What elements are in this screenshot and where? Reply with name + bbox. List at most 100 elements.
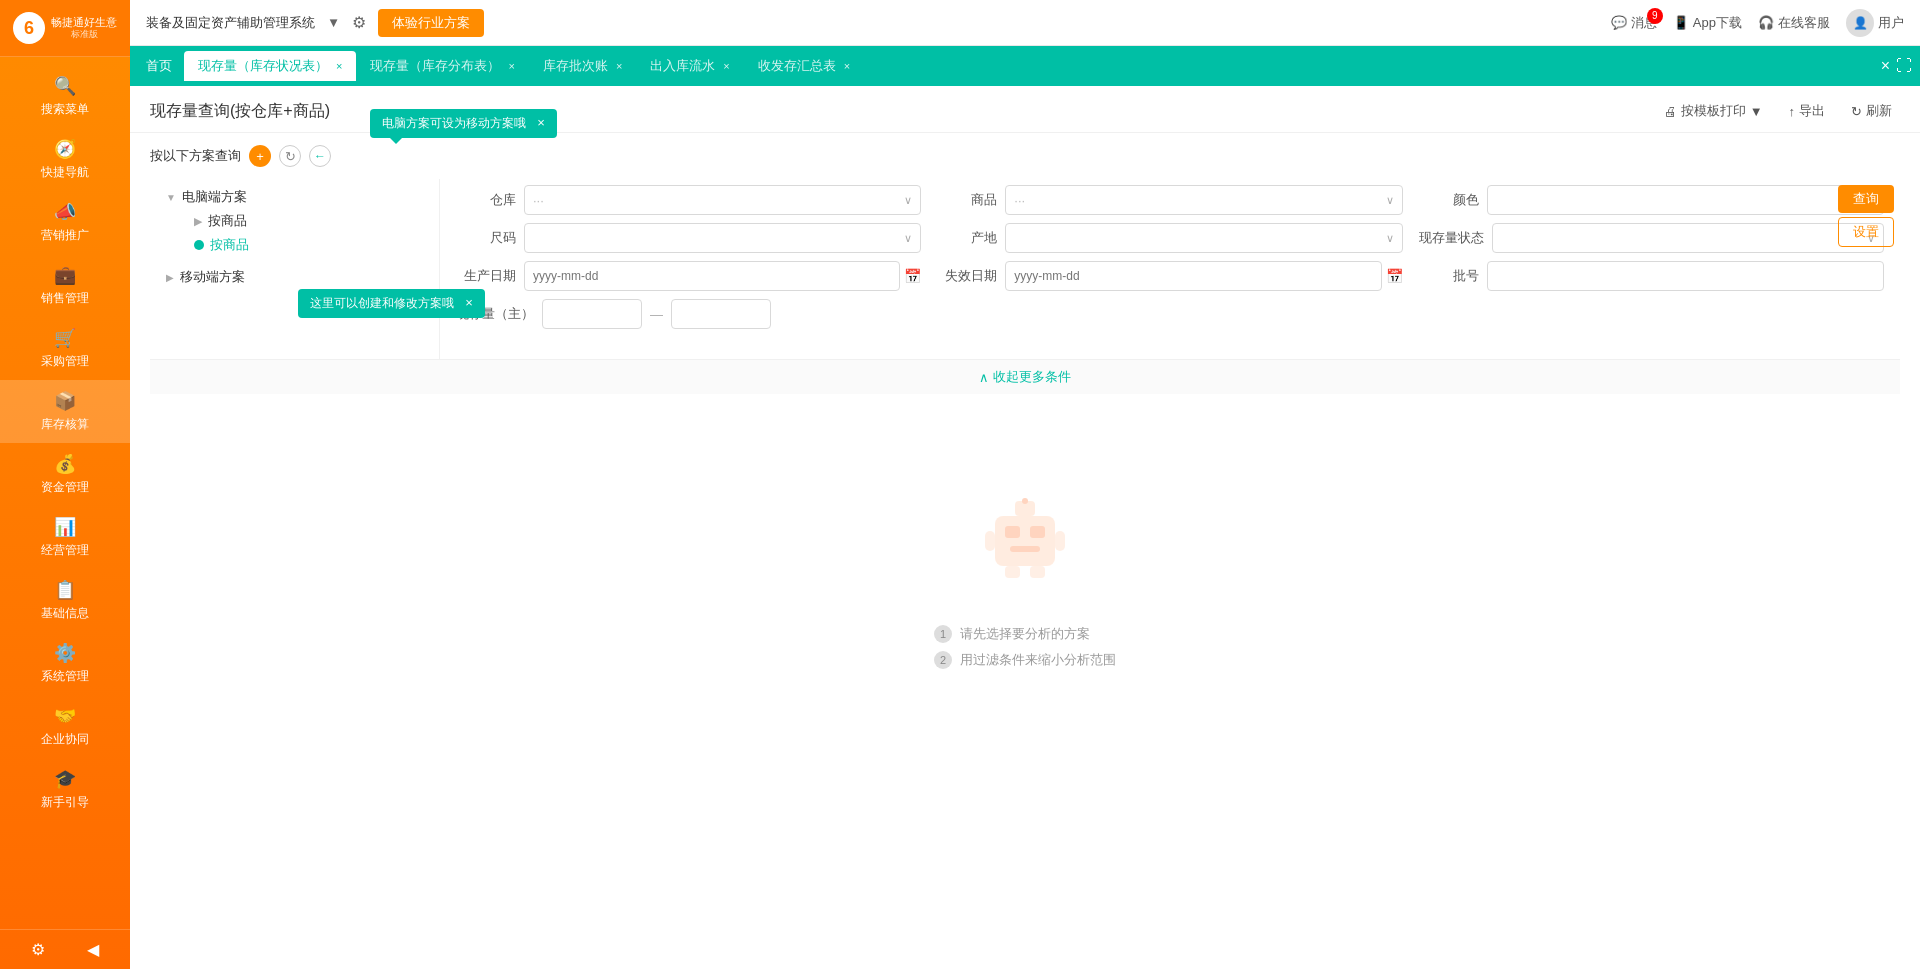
goods-more-icon: ··· xyxy=(1014,193,1025,208)
tab-inout-flow[interactable]: 出入库流水 × xyxy=(636,51,743,81)
export-icon: ↑ xyxy=(1789,104,1796,119)
expire-date-calendar-icon[interactable]: 📅 xyxy=(1386,268,1403,284)
sidebar-item-purchase[interactable]: 🛒 采购管理 xyxy=(0,317,130,380)
support-btn[interactable]: 🎧 在线客服 xyxy=(1758,14,1830,32)
sidebar-item-system[interactable]: ⚙️ 系统管理 xyxy=(0,632,130,695)
scheme-pc-label: 电脑端方案 xyxy=(182,188,247,206)
scheme-mobile-header[interactable]: ▶ 移动端方案 xyxy=(166,265,423,289)
sidebar-item-basic[interactable]: 📋 基础信息 xyxy=(0,569,130,632)
settings-query-btn[interactable]: 设置 xyxy=(1838,217,1894,247)
produce-date-input-area: 📅 xyxy=(524,261,921,291)
industry-btn[interactable]: 体验行业方案 xyxy=(378,9,484,37)
header-settings-btn[interactable]: ⚙ xyxy=(352,13,366,32)
collapse-bar[interactable]: ∧ 收起更多条件 xyxy=(150,359,1900,394)
tab-batch-ledger-label: 库存批次账 xyxy=(543,57,608,75)
empty-state-icon xyxy=(975,486,1075,605)
expire-date-label: 失效日期 xyxy=(937,267,997,285)
tab-recv-summary-close[interactable]: × xyxy=(844,60,850,72)
stock-main-min-input[interactable] xyxy=(542,299,642,329)
scheme-pc-items: ▶ 按商品 按商品 xyxy=(166,209,423,257)
tab-close-all-btn[interactable]: × xyxy=(1881,57,1890,75)
size-chevron-icon: ∨ xyxy=(904,232,912,245)
print-btn[interactable]: 🖨 按模板打印 ▼ xyxy=(1656,98,1771,124)
sidebar-item-search[interactable]: 🔍 搜索菜单 xyxy=(0,65,130,128)
sidebar-item-sales[interactable]: 💼 销售管理 xyxy=(0,254,130,317)
empty-step-2: 2 用过滤条件来缩小分析范围 xyxy=(934,651,1116,669)
warehouse-select[interactable]: ··· ∨ xyxy=(524,185,921,215)
stock-main-sep: — xyxy=(650,307,663,322)
sidebar-item-guide[interactable]: 🧭 快捷导航 xyxy=(0,128,130,191)
query-btn[interactable]: 查询 xyxy=(1838,185,1894,213)
support-label: 在线客服 xyxy=(1778,14,1830,32)
scheme-mobile-arrow-icon: ▶ xyxy=(166,272,174,283)
sidebar-item-marketing[interactable]: 📣 营销推广 xyxy=(0,191,130,254)
export-btn[interactable]: ↑ 导出 xyxy=(1781,98,1834,124)
tab-home[interactable]: 首页 xyxy=(134,51,184,81)
sidebar-item-purchase-label: 采购管理 xyxy=(41,353,89,370)
produce-date-calendar-icon[interactable]: 📅 xyxy=(904,268,921,284)
produce-date-input[interactable] xyxy=(524,261,900,291)
batch-input[interactable] xyxy=(1487,261,1884,291)
tooltip-create-scheme-close[interactable]: × xyxy=(465,295,473,310)
sidebar-settings-icon[interactable]: ⚙ xyxy=(31,940,45,959)
scheme-pc-item1-label: 按商品 xyxy=(208,212,247,230)
app-download-btn[interactable]: 📱 App下载 xyxy=(1673,14,1742,32)
batch-label: 批号 xyxy=(1419,267,1479,285)
expire-date-input[interactable] xyxy=(1005,261,1381,291)
filter-body: ▼ 电脑端方案 ▶ 按商品 按商品 xyxy=(150,179,1900,359)
svg-rect-7 xyxy=(1055,531,1065,551)
print-icon: 🖨 xyxy=(1664,104,1677,119)
filter-add-btn[interactable]: + xyxy=(249,145,271,167)
notification-btn[interactable]: 💬 消息 9 xyxy=(1611,14,1657,32)
sidebar-item-newbie[interactable]: 🎓 新手引导 xyxy=(0,758,130,821)
tab-batch-ledger-close[interactable]: × xyxy=(616,60,622,72)
sidebar-collapse-icon[interactable]: ◀ xyxy=(87,940,99,959)
sidebar-item-finance[interactable]: 💰 资金管理 xyxy=(0,443,130,506)
tab-inventory-status-close[interactable]: × xyxy=(336,60,342,72)
step2-text: 用过滤条件来缩小分析范围 xyxy=(960,651,1116,669)
stock-status-select[interactable]: ∨ xyxy=(1492,223,1884,253)
guide-nav-icon: 🧭 xyxy=(54,138,76,160)
sidebar-item-system-label: 系统管理 xyxy=(41,668,89,685)
inventory-nav-icon: 📦 xyxy=(54,390,76,412)
sidebar-item-marketing-label: 营销推广 xyxy=(41,227,89,244)
svg-rect-3 xyxy=(1010,546,1040,552)
goods-label: 商品 xyxy=(937,191,997,209)
goods-select[interactable]: ··· ∨ xyxy=(1005,185,1402,215)
system-title-dropdown[interactable]: ▼ xyxy=(327,15,340,30)
tab-inventory-dist-close[interactable]: × xyxy=(508,60,514,72)
collab-nav-icon: 🤝 xyxy=(54,705,76,727)
headset-icon: 🎧 xyxy=(1758,15,1774,30)
origin-select[interactable]: ∨ xyxy=(1005,223,1402,253)
refresh-icon: ↻ xyxy=(1851,104,1862,119)
sidebar-item-collab[interactable]: 🤝 企业协同 xyxy=(0,695,130,758)
scheme-pc-item-2[interactable]: 按商品 xyxy=(186,233,423,257)
filter-refresh-btn[interactable]: ↻ xyxy=(279,145,301,167)
scheme-pc-header[interactable]: ▼ 电脑端方案 xyxy=(166,185,423,209)
marketing-nav-icon: 📣 xyxy=(54,201,76,223)
user-btn[interactable]: 👤 用户 xyxy=(1846,9,1904,37)
tooltip-pc-scheme-text: 电脑方案可设为移动方案哦 xyxy=(382,116,526,130)
top-header: 装备及固定资产辅助管理系统 ▼ ⚙ 体验行业方案 💬 消息 9 📱 App下载 … xyxy=(130,0,1920,46)
scheme-pc-item-1[interactable]: ▶ 按商品 xyxy=(186,209,423,233)
filter-left-panel: ▼ 电脑端方案 ▶ 按商品 按商品 xyxy=(150,179,440,359)
sidebar-item-inventory[interactable]: 📦 库存核算 xyxy=(0,380,130,443)
color-select[interactable]: ∨ xyxy=(1487,185,1884,215)
origin-chevron-icon: ∨ xyxy=(1386,232,1394,245)
filter-label: 按以下方案查询 xyxy=(150,147,241,165)
refresh-btn[interactable]: ↻ 刷新 xyxy=(1843,98,1900,124)
tab-fullscreen-btn[interactable]: ⛶ xyxy=(1896,57,1912,75)
sidebar-item-operations[interactable]: 📊 经营管理 xyxy=(0,506,130,569)
stock-main-max-input[interactable] xyxy=(671,299,771,329)
tab-batch-ledger[interactable]: 库存批次账 × xyxy=(529,51,636,81)
filter-arrow-btn[interactable]: ← xyxy=(309,145,331,167)
warehouse-label: 仓库 xyxy=(456,191,516,209)
size-select[interactable]: ∨ xyxy=(524,223,921,253)
tab-inventory-status[interactable]: 现存量（库存状况表） × xyxy=(184,51,356,81)
filter-goods-row: 商品 ··· ∨ xyxy=(937,185,1402,215)
tab-inout-flow-close[interactable]: × xyxy=(723,60,729,72)
tab-inventory-dist[interactable]: 现存量（库存分布表） × xyxy=(356,51,528,81)
header-left: 装备及固定资产辅助管理系统 ▼ ⚙ 体验行业方案 xyxy=(146,9,484,37)
tooltip-pc-scheme-close[interactable]: × xyxy=(537,115,545,130)
tab-recv-summary[interactable]: 收发存汇总表 × xyxy=(744,51,864,81)
